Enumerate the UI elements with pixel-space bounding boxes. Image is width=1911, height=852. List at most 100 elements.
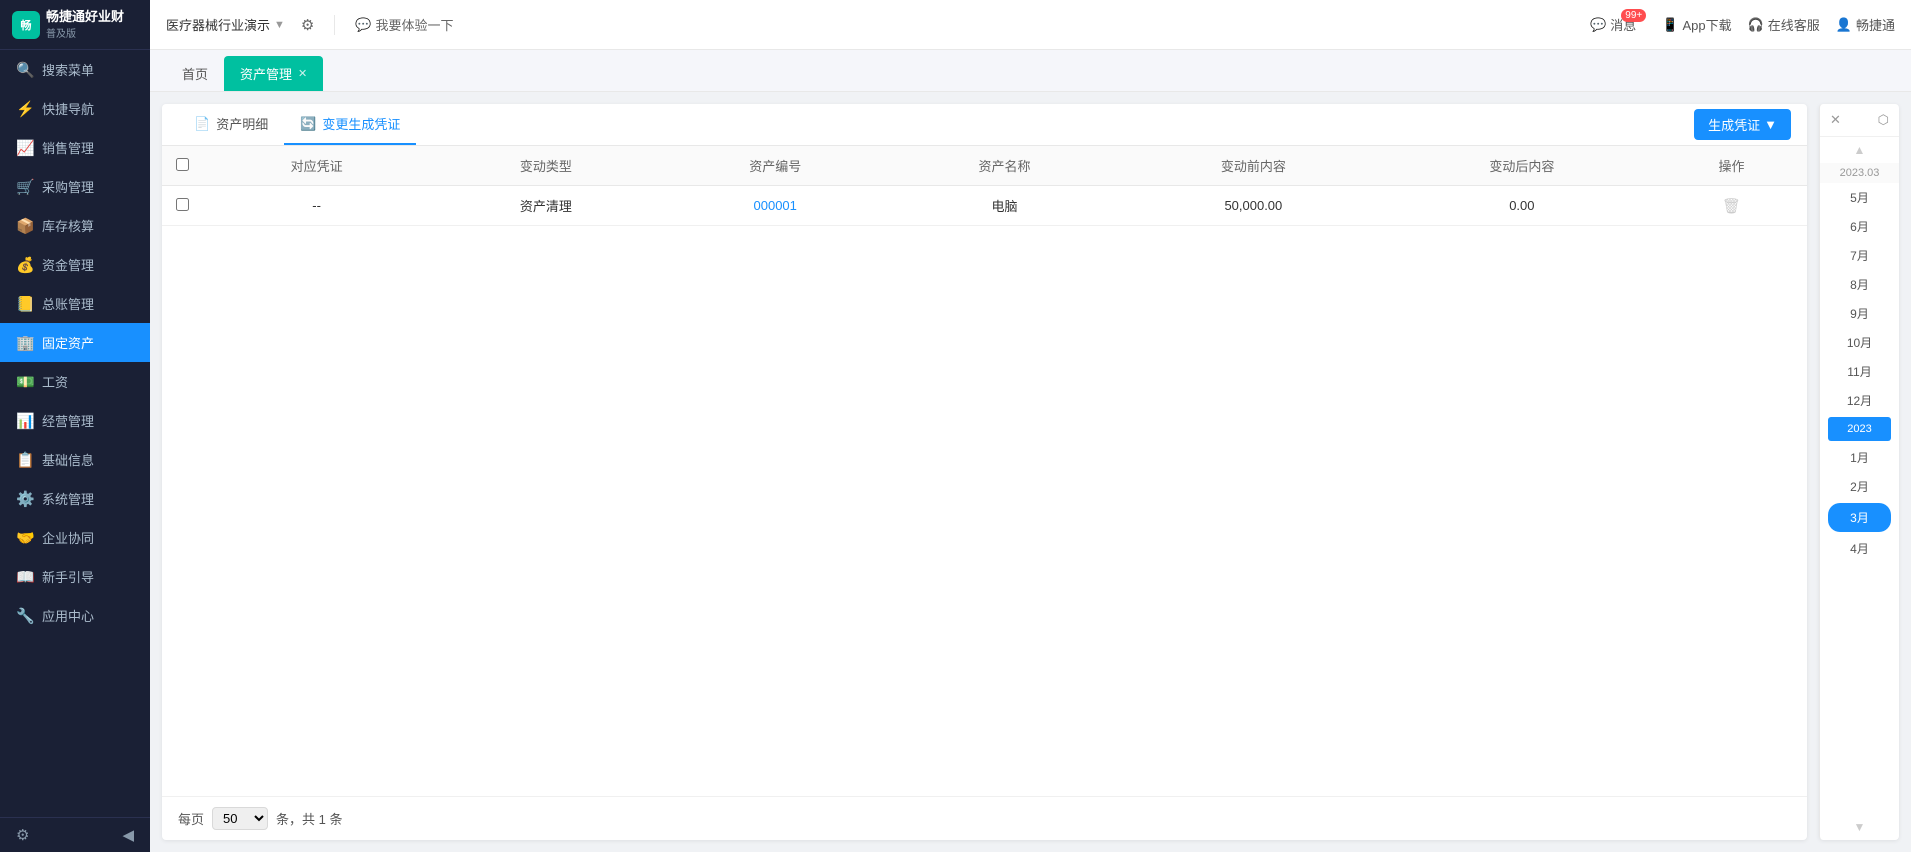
logo-name: 畅捷通好业财: [46, 9, 124, 25]
sidebar-item-search[interactable]: 🔍 搜索菜单: [0, 50, 150, 89]
generate-voucher-button[interactable]: 生成凭证 ▼: [1694, 109, 1791, 140]
fixed-assets-icon: 🏢: [16, 334, 34, 352]
customer-service-btn[interactable]: 🎧 在线客服: [1748, 15, 1820, 34]
timeline-month-9[interactable]: 9月: [1820, 299, 1899, 328]
headset-icon: 🎧: [1748, 17, 1764, 33]
th-voucher: 对应凭证: [202, 146, 431, 186]
timeline-month-12[interactable]: 12月: [1820, 386, 1899, 415]
topbar: 医疗器械行业演示 ▼ ⚙ 💬 我要体验一下 💬 消息 99+ 📱 App下载 🎧…: [150, 0, 1911, 50]
content-area: 📄 资产明细 🔄 变更生成凭证 生成凭证 ▼: [162, 104, 1807, 840]
row-checkbox-cell: [162, 186, 202, 226]
tab-home[interactable]: 首页: [166, 56, 224, 91]
change-icon: 🔄: [300, 116, 316, 132]
pagination: 每页 50 10 20 100 条，共 1 条: [162, 796, 1807, 840]
row-after-change: 0.00: [1388, 186, 1656, 226]
purchase-icon: 🛒: [16, 178, 34, 196]
sub-tab-change-voucher[interactable]: 🔄 变更生成凭证: [284, 104, 416, 145]
chat-icon: 💬: [355, 17, 371, 33]
sales-icon: 📈: [16, 139, 34, 157]
topbar-right: 💬 消息 99+ 📱 App下载 🎧 在线客服 👤 畅捷通: [1590, 15, 1895, 34]
sidebar-item-sales[interactable]: 📈 销售管理: [0, 128, 150, 167]
user-menu[interactable]: 👤 畅捷通: [1836, 15, 1895, 34]
generate-btn-arrow: ▼: [1764, 117, 1777, 132]
user-avatar-icon: 👤: [1836, 17, 1852, 33]
guide-icon: 📖: [16, 568, 34, 586]
sidebar: 畅 畅捷通好业财 普及版 🔍 搜索菜单 ⚡ 快捷导航 📈 销售管理 🛒 采购管理…: [0, 0, 150, 852]
sidebar-item-guide[interactable]: 📖 新手引导: [0, 557, 150, 596]
select-all-checkbox[interactable]: [176, 158, 189, 171]
collapse-icon[interactable]: ◀: [122, 826, 134, 844]
message-icon: 💬: [1590, 17, 1606, 33]
page-content: 📄 资产明细 🔄 变更生成凭证 生成凭证 ▼: [150, 92, 1911, 852]
sidebar-logo: 畅 畅捷通好业财 普及版: [0, 0, 150, 50]
sidebar-item-enterprise[interactable]: 🤝 企业协同: [0, 518, 150, 557]
th-asset-code: 资产编号: [661, 146, 890, 186]
timeline-month-7[interactable]: 7月: [1820, 241, 1899, 270]
timeline-panel: ✕ ⬡ ▲ 2023.03 5月 6月 7月 8月 9月 10月 11月 12月…: [1819, 104, 1899, 840]
th-checkbox: [162, 146, 202, 186]
sidebar-item-base-info[interactable]: 📋 基础信息: [0, 440, 150, 479]
tab-close-icon[interactable]: ✕: [298, 67, 307, 80]
sidebar-nav: 🔍 搜索菜单 ⚡ 快捷导航 📈 销售管理 🛒 采购管理 📦 库存核算 💰 资金管…: [0, 50, 150, 817]
app-download-btn[interactable]: 📱 App下载: [1662, 15, 1731, 34]
timeline-month-8[interactable]: 8月: [1820, 270, 1899, 299]
timeline-month-6[interactable]: 6月: [1820, 212, 1899, 241]
sidebar-item-funds[interactable]: 💰 资金管理: [0, 245, 150, 284]
table-header-row: 对应凭证 变动类型 资产编号 资产名称 变动前内容 变动后内容 操作: [162, 146, 1807, 186]
lightning-icon: ⚡: [16, 100, 34, 118]
payroll-icon: 💵: [16, 373, 34, 391]
timeline-month-10[interactable]: 10月: [1820, 328, 1899, 357]
tab-asset-mgmt[interactable]: 资产管理 ✕: [224, 56, 323, 91]
base-info-icon: 📋: [16, 451, 34, 469]
sidebar-item-operations[interactable]: 📊 经营管理: [0, 401, 150, 440]
sub-tab-asset-detail[interactable]: 📄 资产明细: [178, 104, 284, 145]
total-count: 条，共 1 条: [276, 809, 342, 828]
timeline-current-month-1[interactable]: 1月: [1820, 443, 1899, 472]
experience-btn[interactable]: 💬 我要体验一下: [355, 15, 453, 34]
download-icon: 📱: [1662, 17, 1678, 33]
sidebar-item-purchase[interactable]: 🛒 采购管理: [0, 167, 150, 206]
sidebar-item-fixed-assets[interactable]: 🏢 固定资产: [0, 323, 150, 362]
timeline-scroll: 2023.03 5月 6月 7月 8月 9月 10月 11月 12月 2023 …: [1820, 163, 1899, 814]
timeline-current-month-2[interactable]: 2月: [1820, 472, 1899, 501]
tabbar: 首页 资产管理 ✕: [150, 50, 1911, 92]
sub-tab-actions: 生成凭证 ▼: [1694, 109, 1791, 140]
sidebar-item-system[interactable]: ⚙️ 系统管理: [0, 479, 150, 518]
enterprise-icon: 🤝: [16, 529, 34, 547]
settings-gear-icon[interactable]: ⚙: [301, 16, 314, 34]
sidebar-bottom: ⚙ ◀: [0, 817, 150, 852]
inventory-icon: 📦: [16, 217, 34, 235]
app-center-icon: 🔧: [16, 607, 34, 625]
ledger-icon: 📒: [16, 295, 34, 313]
timeline-scroll-down[interactable]: ▼: [1820, 814, 1899, 840]
th-change-type: 变动类型: [431, 146, 660, 186]
timeline-month-5[interactable]: 5月: [1820, 183, 1899, 212]
logo-edition: 普及版: [46, 25, 124, 40]
th-operation: 操作: [1656, 146, 1807, 186]
row-checkbox[interactable]: [176, 198, 189, 211]
timeline-expand-icon[interactable]: ⬡: [1878, 112, 1889, 128]
timeline-scroll-up[interactable]: ▲: [1820, 137, 1899, 163]
sidebar-item-payroll[interactable]: 💵 工资: [0, 362, 150, 401]
timeline-close-icon[interactable]: ✕: [1830, 112, 1841, 128]
company-selector[interactable]: 医疗器械行业演示 ▼: [166, 15, 285, 34]
per-page-label: 每页: [178, 809, 204, 828]
sidebar-item-quick-nav[interactable]: ⚡ 快捷导航: [0, 89, 150, 128]
timeline-year-current-tag: 2023: [1828, 417, 1891, 441]
timeline-header: ✕ ⬡: [1820, 104, 1899, 137]
sidebar-item-inventory[interactable]: 📦 库存核算: [0, 206, 150, 245]
operations-icon: 📊: [16, 412, 34, 430]
messages-btn[interactable]: 💬 消息 99+: [1590, 15, 1636, 34]
table-row: -- 资产清理 000001 电脑 50,000.00 0.00 🗑: [162, 186, 1807, 226]
timeline-current-month-3[interactable]: 3月: [1828, 503, 1891, 532]
timeline-current-month-4[interactable]: 4月: [1820, 534, 1899, 563]
sidebar-item-ledger[interactable]: 📒 总账管理: [0, 284, 150, 323]
th-asset-name: 资产名称: [890, 146, 1119, 186]
sidebar-item-app-center[interactable]: 🔧 应用中心: [0, 596, 150, 635]
system-icon: ⚙️: [16, 490, 34, 508]
settings-icon[interactable]: ⚙: [16, 826, 29, 844]
delete-icon[interactable]: 🗑: [1722, 198, 1741, 215]
timeline-month-11[interactable]: 11月: [1820, 357, 1899, 386]
per-page-select[interactable]: 50 10 20 100: [212, 807, 268, 830]
main-wrapper: 医疗器械行业演示 ▼ ⚙ 💬 我要体验一下 💬 消息 99+ 📱 App下载 🎧…: [150, 0, 1911, 852]
